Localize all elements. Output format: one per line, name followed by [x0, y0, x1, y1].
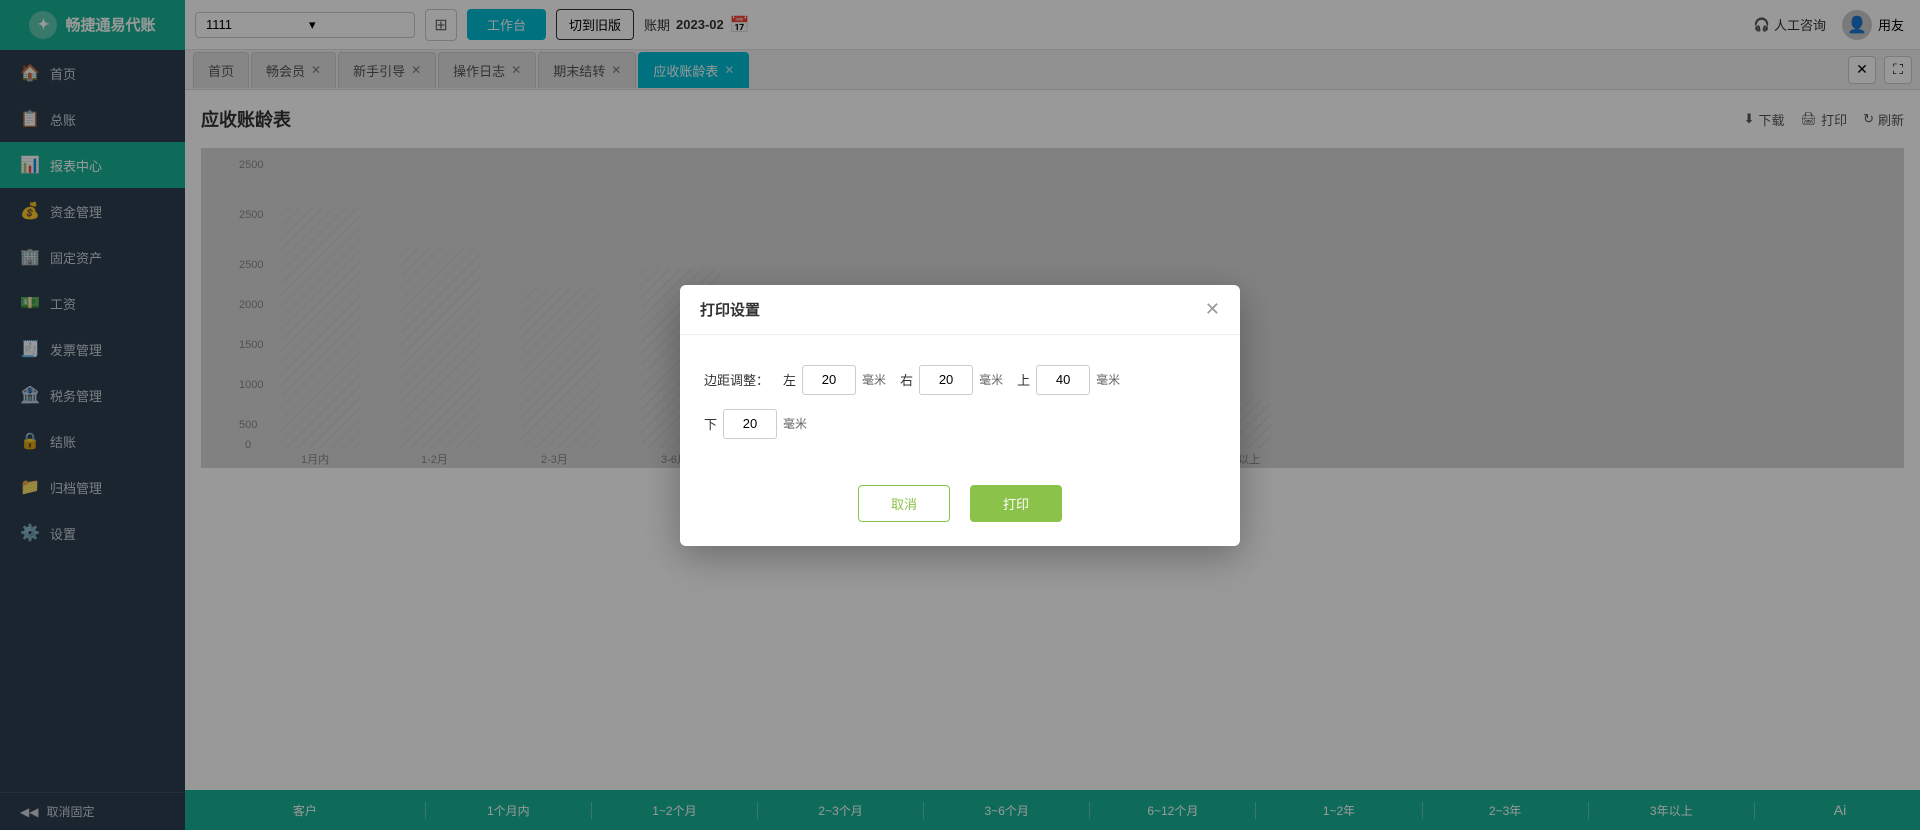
modal-overlay: 打印设置 ✕ 边距调整： 左 毫米 右 毫米 上: [0, 0, 1920, 830]
margin-right-input[interactable]: [919, 365, 973, 395]
left-unit: 毫米: [862, 371, 886, 388]
cancel-button[interactable]: 取消: [858, 485, 950, 522]
margin-top-group: 上 毫米: [1017, 365, 1120, 395]
print-confirm-button[interactable]: 打印: [970, 485, 1062, 522]
top-label: 上: [1017, 370, 1030, 389]
modal-header: 打印设置 ✕: [680, 285, 1240, 335]
margin-row: 边距调整： 左 毫米 右 毫米 上 毫米 下: [704, 365, 1216, 439]
margin-adjust-label: 边距调整：: [704, 370, 769, 389]
modal-close-button[interactable]: ✕: [1205, 300, 1220, 318]
margin-left-group: 左 毫米: [783, 365, 886, 395]
margin-right-group: 右 毫米: [900, 365, 1003, 395]
print-settings-modal: 打印设置 ✕ 边距调整： 左 毫米 右 毫米 上: [680, 285, 1240, 546]
margin-bottom-input[interactable]: [723, 409, 777, 439]
margin-top-input[interactable]: [1036, 365, 1090, 395]
right-unit: 毫米: [979, 371, 1003, 388]
top-unit: 毫米: [1096, 371, 1120, 388]
right-label: 右: [900, 370, 913, 389]
margin-bottom-group: 下 毫米: [704, 409, 807, 439]
modal-body: 边距调整： 左 毫米 右 毫米 上 毫米 下: [680, 335, 1240, 469]
margin-left-input[interactable]: [802, 365, 856, 395]
bottom-unit: 毫米: [783, 415, 807, 432]
modal-footer: 取消 打印: [680, 469, 1240, 546]
left-label: 左: [783, 370, 796, 389]
modal-title: 打印设置: [700, 299, 760, 320]
bottom-label: 下: [704, 414, 717, 433]
